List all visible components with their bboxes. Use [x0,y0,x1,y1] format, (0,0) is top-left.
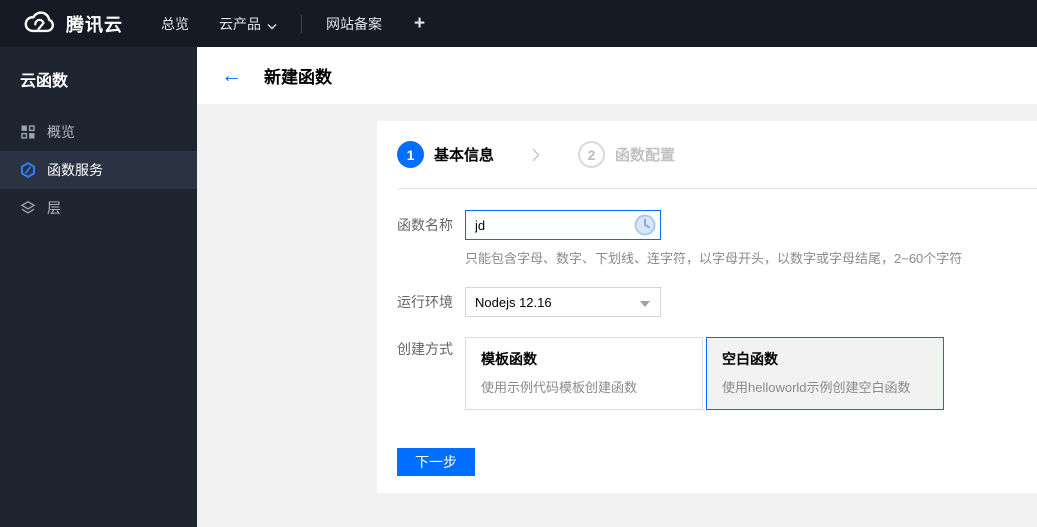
topnav-items: 总览 云产品 网站备案 + [161,13,425,35]
create-function-form: 函数名称 只能包含字母、数字、 [377,189,1037,476]
step-2-label: 函数配置 [615,147,676,164]
method-card-blank-function[interactable]: 空白函数 使用helloworld示例创建空白函数 [706,337,944,410]
nav-item-overview[interactable]: 总览 [161,14,189,34]
method-card-template-function[interactable]: 模板函数 使用示例代码模板创建函数 [465,337,703,410]
wizard-steps: 1 基本信息 2 函数配置 [377,121,1037,188]
function-name-field: 只能包含字母、数字、下划线、连字符，以字母开头，以数字或字母结尾，2~60个字符 [465,210,962,267]
step-2-circle: 2 [578,141,606,168]
nav-item-cloud-products-label: 云产品 [219,15,261,32]
sidebar-item-function-service[interactable]: 函数服务 [0,151,197,189]
content-area: 1 基本信息 2 函数配置 函数名称 jd 只能包含字母、数字、下划线、连字符，… [197,104,1037,527]
step-1-circle: 1 [397,141,424,168]
grid-icon [20,124,36,140]
tencent-cloud-console: 腾讯云 总览 云产品 网站备案 + 云函数 概览 函数服务 层 ← 新建函数 1… [0,0,1037,527]
sidebar-title: 云函数 [20,73,69,90]
function-name-label: 函数名称 [397,217,453,233]
add-nav-tab-button[interactable]: + [414,13,425,35]
scf-hexagon-icon [20,162,36,178]
back-arrow-icon[interactable]: ← [221,65,242,86]
nav-item-overview-label: 总览 [161,15,189,32]
chevron-down-icon [267,17,277,33]
create-function-card: 1 基本信息 2 函数配置 函数名称 jd 只能包含字母、数字、下划线、连字符，… [377,121,1037,493]
top-navbar: 腾讯云 总览 云产品 网站备案 + [0,0,1037,47]
tencent-cloud-logo-icon [20,11,57,36]
brand-name: 腾讯云 [66,14,123,35]
method-card-blank-desc: 使用helloworld示例创建空白函数 [722,380,911,395]
page-title: 新建函数 [264,68,332,87]
method-card-template-desc: 使用示例代码模板创建函数 [481,380,638,395]
creation-method-cards: 模板函数 使用示例代码模板创建函数 空白函数 使用helloworld示例创建空… [465,337,944,410]
sidebar-item-overview[interactable]: 概览 [0,113,197,151]
runtime-select[interactable]: Nodejs 12.16 [465,287,661,317]
method-card-template-title: 模板函数 [481,351,537,367]
sidebar-item-layers[interactable]: 层 [0,189,197,227]
sidebar-item-layers-label: 层 [47,200,61,216]
function-name-row: 函数名称 只能包含字母、数字、 [397,210,1017,267]
page-header: ← 新建函数 [197,47,1037,104]
creation-method-row: 创建方式 模板函数 使用示例代码模板创建函数 空白函数 使用helloworld… [397,337,1017,410]
function-name-hint: 只能包含字母、数字、下划线、连字符，以字母开头，以数字或字母结尾，2~60个字符 [465,251,963,266]
step-1-label: 基本信息 [434,147,495,164]
runtime-row: 运行环境 Nodejs 12.16 [397,287,1017,317]
sidebar-item-overview-label: 概览 [47,124,75,140]
nav-item-icp-filing[interactable]: 网站备案 [326,14,382,34]
creation-method-label: 创建方式 [397,341,453,357]
runtime-select-value: Nodejs 12.16 [475,294,552,310]
sidebar-item-function-service-label: 函数服务 [47,162,103,178]
clock-badge-icon[interactable] [634,214,656,236]
tencent-cloud-brand[interactable]: 腾讯云 [20,11,123,37]
step-chevron-icon [532,147,540,162]
nav-item-icp-filing-label: 网站备案 [326,15,382,32]
sidebar: 云函数 概览 函数服务 层 [0,47,197,527]
method-card-blank-title: 空白函数 [722,351,778,367]
layers-icon [20,200,36,216]
function-name-input[interactable] [465,210,661,240]
runtime-label: 运行环境 [397,294,453,310]
next-step-button[interactable]: 下一步 [397,448,475,476]
select-caret-icon [640,301,650,307]
navbar-separator [301,14,302,33]
nav-item-cloud-products[interactable]: 云产品 [219,14,277,34]
